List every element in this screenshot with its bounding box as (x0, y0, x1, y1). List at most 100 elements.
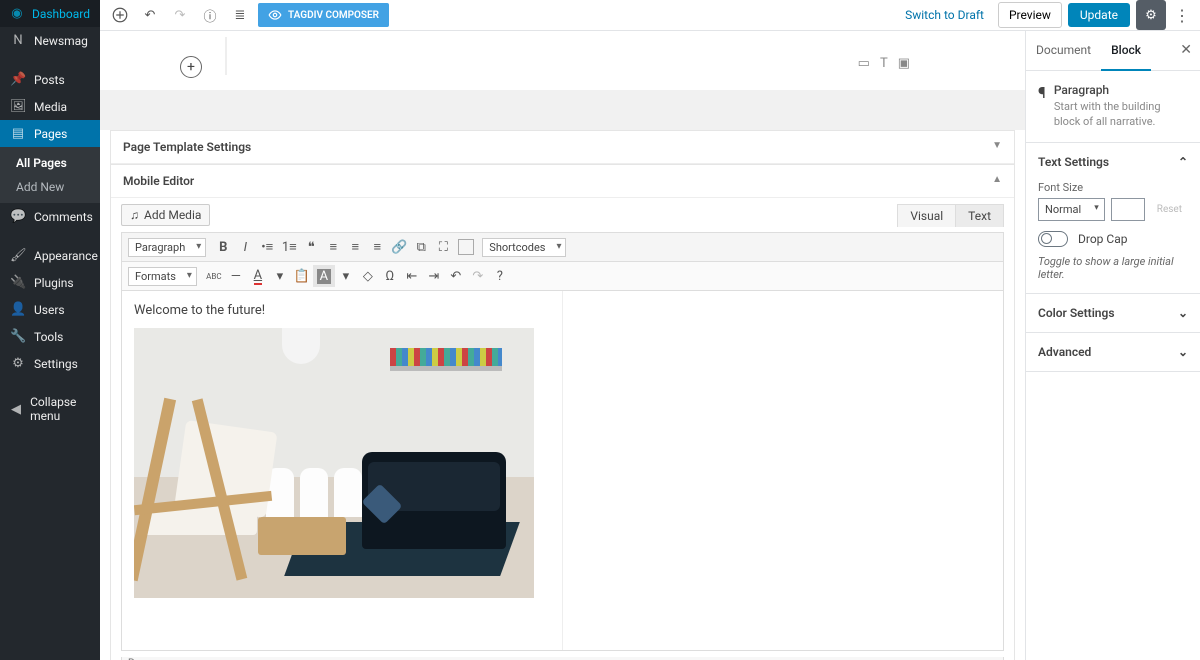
redo2-button[interactable]: ↷ (467, 265, 489, 287)
block-inspector: Document Block ✕ ¶ Paragraph Start with … (1025, 31, 1200, 660)
plug-icon: 🔌 (10, 275, 26, 290)
pages-icon: ▤ (10, 126, 26, 141)
chevron-up-icon: ▲ (992, 174, 1002, 188)
info-button[interactable]: ⓘ (198, 3, 222, 27)
drop-cap-hint: Toggle to show a large initial letter. (1038, 255, 1188, 281)
fullscreen-button[interactable]: ⛶ (432, 236, 454, 258)
redo-button[interactable]: ↷ (168, 3, 192, 27)
paste-button[interactable]: 📋 (291, 265, 313, 287)
charmap-button[interactable]: Ω (379, 265, 401, 287)
color-swatch[interactable] (458, 239, 474, 255)
clear-button[interactable]: ◇ (357, 265, 379, 287)
settings-icon: ⚙ (10, 356, 26, 371)
font-size-select[interactable]: Normal (1038, 198, 1105, 221)
readmore-button[interactable]: ⧉ (410, 236, 432, 258)
sidebar-item-plugins[interactable]: 🔌Plugins (0, 269, 100, 296)
mobile-editor-canvas[interactable]: Welcome to the future! (121, 291, 1004, 651)
undo2-button[interactable]: ↶ (445, 265, 467, 287)
align-center-button[interactable]: ≡ (344, 236, 366, 258)
bold-button[interactable]: B (212, 236, 234, 258)
drop-cap-toggle[interactable] (1038, 231, 1068, 247)
font-size-input[interactable] (1111, 198, 1145, 221)
inspector-tab-block[interactable]: Block (1101, 31, 1151, 71)
text-tab[interactable]: Text (956, 205, 1003, 227)
sidebar-item-tools[interactable]: 🔧Tools (0, 323, 100, 350)
sidebar-item-media[interactable]: 🖼Media (0, 93, 100, 120)
admin-sidebar: ◉Dashboard NNewsmag 📌Posts 🖼Media ▤Pages… (0, 0, 100, 660)
shortcodes-select[interactable]: Shortcodes (482, 238, 566, 257)
text-icon[interactable]: T (880, 56, 888, 71)
plus-circle-icon (111, 6, 129, 24)
undo-button[interactable]: ↶ (138, 3, 162, 27)
media-icon: 🖼 (10, 99, 26, 114)
sidebar-item-newsmag[interactable]: NNewsmag (0, 27, 100, 54)
editor-text[interactable]: Welcome to the future! (134, 303, 550, 318)
help-button[interactable]: ? (489, 265, 511, 287)
bullet-list-button[interactable]: •≡ (256, 236, 278, 258)
update-button[interactable]: Update (1068, 3, 1130, 27)
comments-icon: 💬 (10, 209, 26, 224)
empty-block-placeholder[interactable] (225, 37, 227, 75)
visual-tab[interactable]: Visual (898, 205, 956, 227)
outdent-button[interactable]: ⇤ (401, 265, 423, 287)
users-icon: 👤 (10, 302, 26, 317)
more-menu-button[interactable]: ⋮ (1172, 6, 1192, 25)
textcolor-button[interactable]: A (247, 265, 269, 287)
advanced-toggle[interactable]: Advanced⌄ (1026, 333, 1200, 371)
indent-button[interactable]: ⇥ (423, 265, 445, 287)
paragraph-icon: ¶ (1038, 83, 1046, 130)
sidebar-collapse[interactable]: ◀Collapse menu (0, 389, 100, 429)
content-image[interactable] (134, 328, 534, 598)
align-right-button[interactable]: ≡ (366, 236, 388, 258)
italic-button[interactable]: I (234, 236, 256, 258)
blockquote-button[interactable]: ❝ (300, 236, 322, 258)
sidebar-item-dashboard[interactable]: ◉Dashboard (0, 0, 100, 27)
sidebar-item-comments[interactable]: 💬Comments (0, 203, 100, 230)
sidebar-item-settings[interactable]: ⚙Settings (0, 350, 100, 377)
abc-button[interactable]: ABC (203, 265, 225, 287)
music-icon: ♫ (130, 208, 139, 222)
link-button[interactable]: 🔗 (388, 236, 410, 258)
mobile-editor-panel: Mobile Editor▲ Visual Text ♫Add Media Pa… (110, 164, 1015, 660)
chevron-down-icon: ⌄ (1178, 306, 1188, 320)
settings-toggle-button[interactable]: ⚙ (1136, 0, 1166, 30)
bgcolor-chevron[interactable]: ▾ (335, 265, 357, 287)
inspector-tab-document[interactable]: Document (1026, 31, 1101, 70)
sidebar-item-posts[interactable]: 📌Posts (0, 66, 100, 93)
chevron-down-icon: ▼ (992, 140, 1002, 154)
gear-icon: ⚙ (1145, 8, 1157, 23)
add-media-button[interactable]: ♫Add Media (121, 204, 210, 226)
switch-to-draft-link[interactable]: Switch to Draft (897, 8, 992, 22)
hr-button[interactable]: — (225, 265, 247, 287)
format-select[interactable]: Paragraph (128, 238, 206, 257)
sidebar-submenu-pages: All Pages Add New (0, 147, 100, 203)
inspector-block-title: Paragraph (1054, 83, 1188, 97)
list-view-button[interactable]: ≣ (228, 3, 252, 27)
image-icon[interactable]: ▣ (898, 56, 910, 71)
chevron-up-icon: ⌃ (1178, 155, 1188, 169)
preview-button[interactable]: Preview (998, 2, 1062, 28)
sidebar-item-users[interactable]: 👤Users (0, 296, 100, 323)
editor-content: + ▭ T ▣ Page Template Settings▼ Mobile E… (100, 31, 1025, 660)
bgcolor-button[interactable]: A (313, 265, 335, 287)
textcolor-chevron[interactable]: ▾ (269, 265, 291, 287)
font-size-reset[interactable]: Reset (1151, 200, 1188, 219)
mobile-editor-toggle[interactable]: Mobile Editor▲ (111, 165, 1014, 198)
page-template-panel: Page Template Settings▼ (110, 130, 1015, 165)
sidebar-item-pages[interactable]: ▤Pages (0, 120, 100, 147)
editor-toolbar-2: Formats ABC — A ▾ 📋 A ▾ ◇ Ω ⇤ ⇥ (121, 262, 1004, 291)
tagdiv-composer-button[interactable]: TAGDIV COMPOSER (258, 3, 389, 27)
text-settings-toggle[interactable]: Text Settings⌃ (1026, 143, 1200, 181)
align-icon[interactable]: ▭ (858, 56, 870, 71)
align-left-button[interactable]: ≡ (322, 236, 344, 258)
submenu-add-new[interactable]: Add New (0, 175, 100, 199)
insert-block-button[interactable]: + (180, 56, 202, 78)
formats-select[interactable]: Formats (128, 267, 197, 286)
inspector-close-button[interactable]: ✕ (1180, 42, 1192, 58)
page-template-toggle[interactable]: Page Template Settings▼ (111, 131, 1014, 164)
color-settings-toggle[interactable]: Color Settings⌄ (1026, 294, 1200, 332)
sidebar-item-appearance[interactable]: 🖌Appearance (0, 242, 100, 269)
numbered-list-button[interactable]: 1≡ (278, 236, 300, 258)
add-block-button[interactable] (108, 3, 132, 27)
submenu-all-pages[interactable]: All Pages (0, 151, 100, 175)
